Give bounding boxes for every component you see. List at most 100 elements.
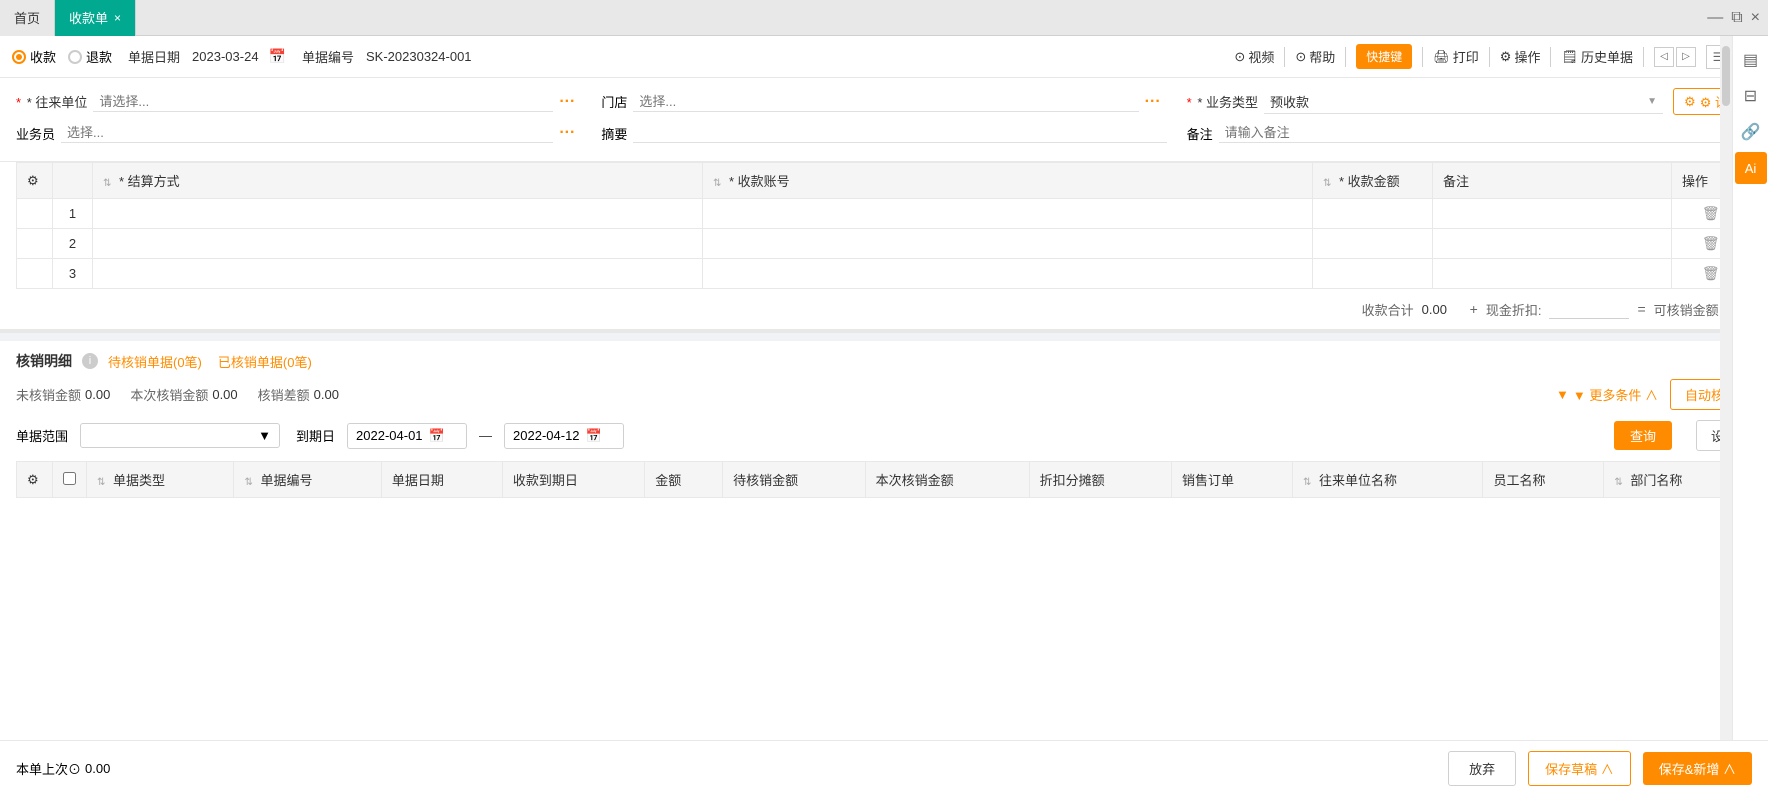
form-row-2: 业务员 ··· 摘要 备注: [16, 123, 1752, 143]
row1-account[interactable]: [703, 199, 1313, 229]
discount-input[interactable]: [1549, 299, 1629, 319]
writeoff-pending-tab[interactable]: 待核销单据(0笔): [108, 352, 202, 371]
save-draft-button[interactable]: 保存草稿 ∧: [1528, 751, 1631, 786]
due-date-from-calendar[interactable]: 📅: [429, 428, 445, 444]
video-link[interactable]: ⊙ 视频: [1234, 47, 1274, 66]
restore-icon[interactable]: ⧉: [1731, 9, 1742, 27]
scroll-thumb[interactable]: [1722, 46, 1730, 106]
ops-link[interactable]: ⚙ 操作: [1500, 47, 1541, 66]
tab-receipt-close[interactable]: ×: [114, 11, 121, 25]
due-date-from[interactable]: 2022-04-01 📅: [347, 423, 467, 449]
detail-col-settings[interactable]: ⚙: [17, 462, 53, 498]
next-arrow[interactable]: ▷: [1676, 47, 1696, 67]
row1-num: 1: [53, 199, 93, 229]
biz-type-field: * * 业务类型 预收款 ▼ ⚙ ⚙ 设置: [1187, 88, 1752, 115]
writeoff-completed-tab[interactable]: 已核销单据(0笔): [218, 352, 312, 371]
row2-remark[interactable]: [1433, 229, 1672, 259]
close-icon[interactable]: ×: [1751, 9, 1760, 27]
bottom-bar: 本单上次⊙ 0.00 放弃 保存草稿 ∧ 保存&新增 ∧: [0, 740, 1768, 796]
query-button[interactable]: 查询: [1614, 421, 1672, 450]
row1-delete-btn[interactable]: 🗑: [1700, 205, 1722, 222]
store-more-btn[interactable]: ···: [1139, 93, 1167, 111]
tab-home[interactable]: 首页: [0, 0, 55, 36]
bill-range-field: 单据范围 ▼: [16, 423, 280, 448]
row3-settings: [17, 259, 53, 289]
writeoff-stats-row: 未核销金额 0.00 本次核销金额 0.00 核销差额 0.00 ▼ ▼ 更多条…: [16, 379, 1752, 410]
bill-no-label: 单据编号: [302, 47, 354, 66]
toolbar-actions: ⊙ 视频 ⊙ 帮助 快捷键 🖨 打印 ⚙ 操作 🗒 历史单: [1234, 44, 1756, 69]
row3-amount[interactable]: [1313, 259, 1433, 289]
diff-label: 核销差额: [258, 385, 310, 404]
this-bill-value: 0.00: [85, 761, 110, 776]
row1-remark[interactable]: [1433, 199, 1672, 229]
detail-col-bill-date: 单据日期: [381, 462, 502, 498]
minimize-icon[interactable]: —: [1707, 9, 1723, 27]
col-payment-header: ⇅ * 结算方式: [93, 163, 703, 199]
row2-account[interactable]: [703, 229, 1313, 259]
row2-amount[interactable]: [1313, 229, 1433, 259]
bill-range-select[interactable]: ▼: [80, 423, 280, 448]
counterpart-more-btn[interactable]: ···: [553, 93, 581, 111]
bill-date-calendar-icon[interactable]: 📅: [269, 48, 286, 65]
total-value: 0.00: [1422, 302, 1462, 317]
row3-delete-btn[interactable]: 🗑: [1700, 265, 1722, 282]
writeoff-info-icon[interactable]: i: [82, 353, 98, 369]
shortcut-button[interactable]: 快捷键: [1356, 44, 1412, 69]
store-input[interactable]: [633, 92, 1138, 112]
counterpart-field: * * 往来单位 ···: [16, 92, 581, 112]
help-link[interactable]: ⊙ 帮助: [1295, 47, 1335, 66]
detail-col-employee: 员工名称: [1483, 462, 1604, 498]
clerk-more-btn[interactable]: ···: [553, 124, 581, 142]
biz-type-select[interactable]: 预收款 ▼: [1264, 90, 1663, 114]
row3-payment[interactable]: [93, 259, 703, 289]
video-label: 视频: [1248, 47, 1274, 66]
due-date-to[interactable]: 2022-04-12 📅: [504, 423, 624, 449]
right-icon-doc[interactable]: ⊟: [1735, 80, 1767, 112]
ops-label: 操作: [1514, 47, 1540, 66]
col-settings-header[interactable]: ⚙: [17, 163, 53, 199]
plus-sign: +: [1470, 301, 1478, 317]
scroll-area[interactable]: [1720, 36, 1732, 796]
summary-input[interactable]: [633, 123, 1166, 143]
col-amount-header: ⇅ * 收款金额: [1313, 163, 1433, 199]
ops-icon: ⚙: [1500, 49, 1512, 65]
col-account-header: ⇅ * 收款账号: [703, 163, 1313, 199]
due-date-to-value: 2022-04-12: [513, 428, 580, 443]
right-icon-table[interactable]: ▤: [1735, 44, 1767, 76]
row2-settings: [17, 229, 53, 259]
refund-radio[interactable]: 退款: [68, 47, 112, 66]
detail-table-wrapper: ⚙ ⇅ 单据类型 ⇅ 单据编号: [16, 461, 1752, 498]
tab-receipt[interactable]: 收款单 ×: [55, 0, 136, 36]
refund-radio-dot: [68, 50, 82, 64]
counterpart-label: * * 往来单位: [16, 92, 87, 111]
save-new-button[interactable]: 保存&新增 ∧: [1643, 752, 1752, 785]
row1-payment[interactable]: [93, 199, 703, 229]
abandon-button[interactable]: 放弃: [1448, 751, 1516, 786]
prev-arrow[interactable]: ◁: [1654, 47, 1674, 67]
counterpart-label-text: * 往来单位: [27, 95, 88, 110]
due-date-to-calendar[interactable]: 📅: [586, 428, 602, 444]
more-conditions-btn[interactable]: ▼ ▼ 更多条件 ∧: [1556, 385, 1658, 404]
clerk-input[interactable]: [61, 123, 553, 143]
receipt-radio[interactable]: 收款: [12, 47, 56, 66]
counterpart-input[interactable]: [93, 92, 553, 112]
print-link[interactable]: 🖨 打印: [1433, 47, 1479, 66]
detail-select-all-checkbox[interactable]: [63, 472, 76, 485]
remark-input[interactable]: [1219, 123, 1752, 143]
detail-col-current-amount: 本次核销金额: [865, 462, 1029, 498]
table-settings-icon: ⚙: [27, 173, 39, 188]
settings-gear-icon: ⚙: [1684, 94, 1696, 110]
detail-col-discount: 折扣分摊额: [1029, 462, 1171, 498]
row3-remark[interactable]: [1433, 259, 1672, 289]
right-icon-ai[interactable]: Ai: [1735, 152, 1767, 184]
unwriteoff-stat: 未核销金额 0.00: [16, 385, 110, 404]
help-label: 帮助: [1309, 47, 1335, 66]
row1-amount[interactable]: [1313, 199, 1433, 229]
row2-payment[interactable]: [93, 229, 703, 259]
row3-account[interactable]: [703, 259, 1313, 289]
table-row: 3 🗑 ⊕: [17, 259, 1752, 289]
right-icon-attach[interactable]: 🔗: [1735, 116, 1767, 148]
biz-type-label-text: * 业务类型: [1197, 95, 1258, 110]
history-link[interactable]: 🗒 历史单据: [1561, 47, 1633, 66]
row2-delete-btn[interactable]: 🗑: [1700, 235, 1722, 252]
